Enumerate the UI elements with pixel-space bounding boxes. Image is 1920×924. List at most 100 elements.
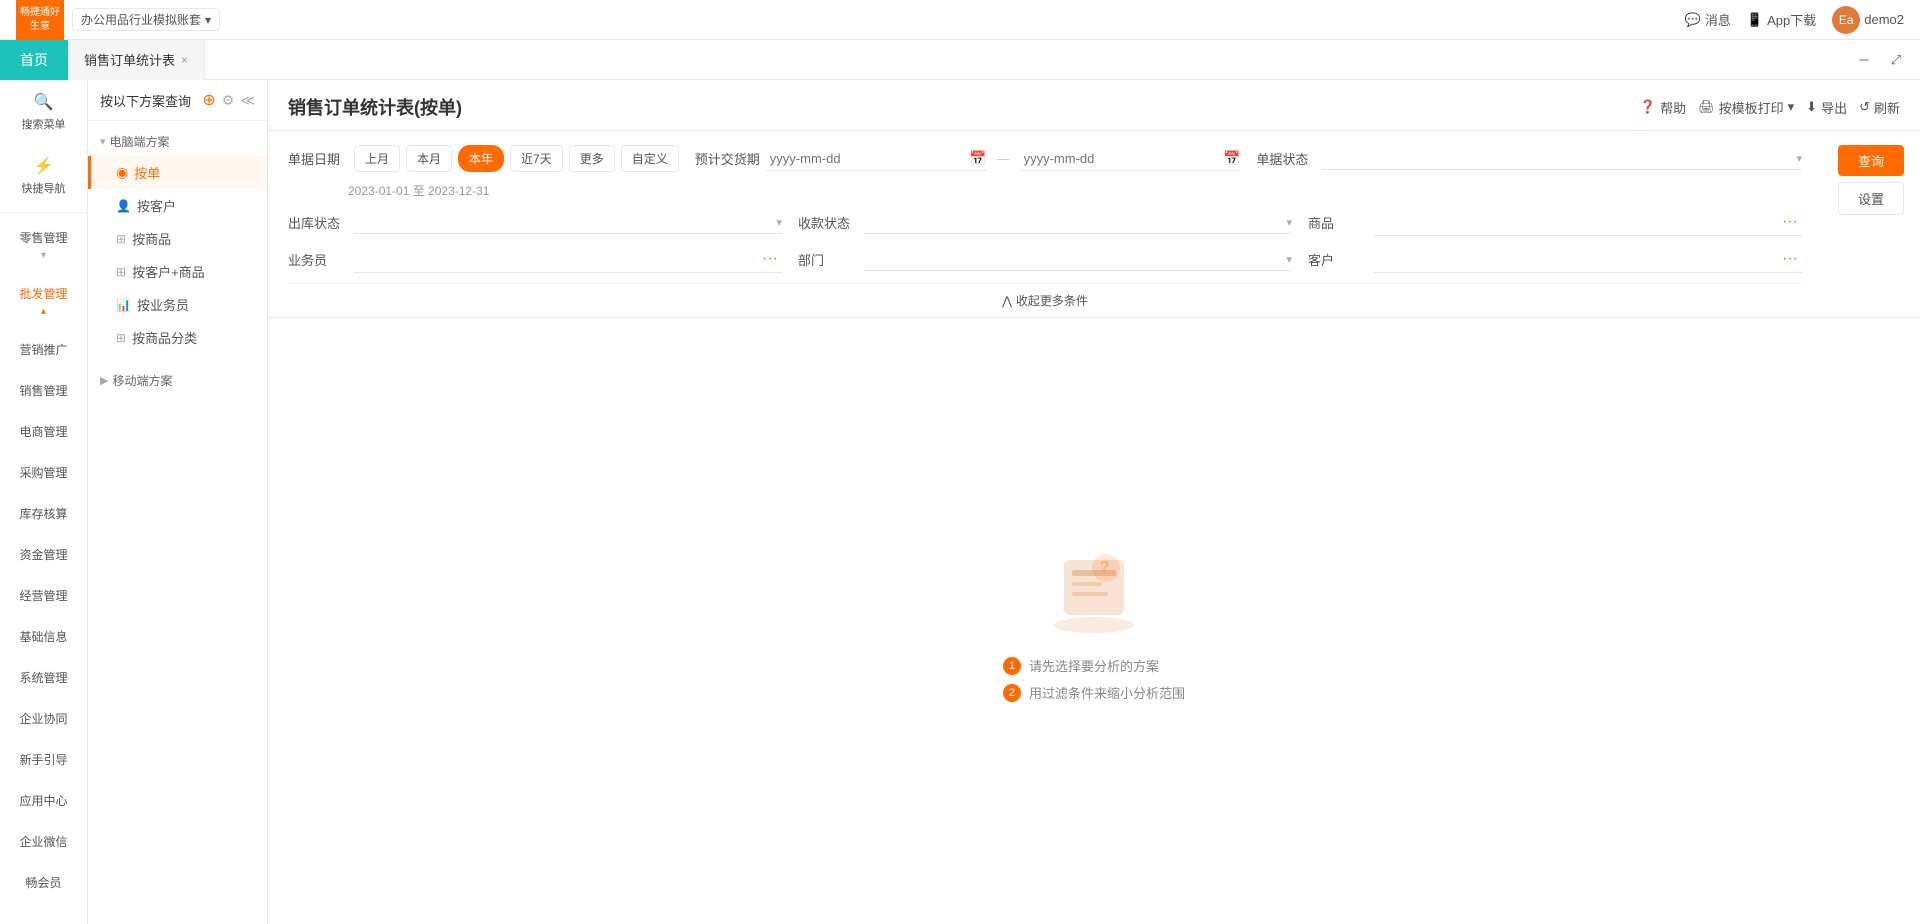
logo: 畅捷通好生意 [16, 0, 64, 40]
sidebar-item-label: 应用中心 [19, 792, 67, 809]
add-scheme-icon[interactable]: ⊕ [202, 90, 215, 110]
print-btn[interactable]: 🖨 按模板打印 ▾ [1698, 98, 1794, 117]
scheme-item-by-salesperson[interactable]: 📊 按业务员 [88, 288, 267, 321]
minimize-btn[interactable]: ─ [1852, 48, 1876, 72]
app-download-btn[interactable]: 📱 App下载 [1747, 10, 1816, 29]
left-panel-header: 按以下方案查询 ⊕ ⚙ ≪ [88, 80, 267, 121]
customer-input[interactable] [1374, 252, 1778, 267]
date-btn-more[interactable]: 更多 [569, 145, 615, 172]
expected-date-group: 预计交货期 📅 — 📅 [695, 147, 1241, 171]
collapse-btn[interactable]: ⋀ 收起更多条件 [288, 283, 1802, 317]
scheme-item-by-goods-category[interactable]: ⊞ 按商品分类 [88, 321, 267, 354]
date-btn-7days[interactable]: 近7天 [510, 145, 563, 172]
salesperson-input[interactable] [354, 252, 758, 267]
radio-icon: ◉ [116, 164, 128, 181]
refresh-btn[interactable]: ↺ 刷新 [1859, 98, 1900, 117]
tabbar: 首页 销售订单统计表 × ─ ⤢ [0, 40, 1920, 80]
tab-close-icon[interactable]: × [181, 53, 188, 67]
dept-select[interactable]: ▾ [864, 249, 1292, 271]
sidebar-item-wholesale[interactable]: 批发管理 ▴ [0, 273, 87, 329]
expected-date-end-input[interactable] [1020, 147, 1223, 170]
help-btn[interactable]: ❓ 帮助 [1640, 98, 1686, 117]
chevron-down-icon: ▾ [41, 250, 46, 261]
customer-picker-icon[interactable]: ··· [1778, 250, 1802, 268]
date-btn-custom[interactable]: 自定义 [621, 145, 679, 172]
date-btn-last-month[interactable]: 上月 [354, 145, 400, 172]
scheme-group-header-mobile[interactable]: ▶ 移动端方案 [88, 366, 267, 395]
sidebar-item-enterprise[interactable]: 企业协同 [0, 698, 87, 739]
scheme-item-by-order[interactable]: ◉ 按单 [88, 156, 267, 189]
sidebar-item-ecommerce[interactable]: 电商管理 [0, 411, 87, 452]
sidebar-item-retail[interactable]: 零售管理 ▾ [0, 217, 87, 273]
sidebar-item-quicknav[interactable]: ⚡ 快捷导航 [0, 144, 87, 208]
receiptstatus-group: 收款状态 ▾ [798, 212, 1292, 234]
left-panel: 按以下方案查询 ⊕ ⚙ ≪ ▾ 电脑端方案 ◉ 按单 👤 按客户 ⊞ 按商品 [88, 80, 268, 924]
sidebar-item-search[interactable]: 🔍 搜索菜单 [0, 80, 87, 144]
chevron-up-icon: ⋀ [1002, 294, 1012, 308]
main-layout: 🔍 搜索菜单 ⚡ 快捷导航 零售管理 ▾ 批发管理 ▴ 营销推广 销售管理 电商… [0, 80, 1920, 924]
sidebar-item-basicinfo[interactable]: 基础信息 [0, 616, 87, 657]
customer-group: 客户 ··· [1308, 246, 1802, 273]
collapse-panel-icon[interactable]: ≪ [240, 92, 255, 109]
settings-scheme-icon[interactable]: ⚙ [222, 92, 235, 109]
sidebar-item-inventory[interactable]: 库存核算 [0, 493, 87, 534]
date-range-display: 2023-01-01 至 2023-12-31 [288, 182, 1802, 199]
settings-button[interactable]: 设置 [1838, 182, 1904, 215]
date-label: 单据日期 [288, 149, 348, 168]
goods-input[interactable] [1374, 215, 1778, 230]
empty-tip-2: 2 用过滤条件来缩小分析范围 [1003, 683, 1185, 702]
message-icon: 💬 [1685, 12, 1701, 28]
goods-picker-icon[interactable]: ··· [1778, 213, 1802, 231]
calendar-end-icon[interactable]: 📅 [1223, 150, 1240, 167]
sidebar-item-wechat[interactable]: 企业微信 [0, 821, 87, 862]
user-menu[interactable]: Ea demo2 [1832, 6, 1904, 34]
maximize-btn[interactable]: ⤢ [1884, 48, 1908, 72]
sidebar-item-sales[interactable]: 销售管理 [0, 370, 87, 411]
avatar: Ea [1832, 6, 1860, 34]
sidebar-item-system[interactable]: 系统管理 [0, 657, 87, 698]
query-button[interactable]: 查询 [1838, 145, 1904, 176]
outstatus-group: 出库状态 ▾ [288, 212, 782, 234]
sidebar-item-purchase[interactable]: 采购管理 [0, 452, 87, 493]
chevron-down-icon: ▾ [205, 13, 211, 27]
sidebar-item-guide[interactable]: 新手引导 [0, 739, 87, 780]
scheme-item-label: 按业务员 [137, 295, 189, 314]
app-selector[interactable]: 办公用品行业模拟账套 ▾ [72, 8, 220, 31]
message-btn[interactable]: 💬 消息 [1685, 10, 1731, 29]
outstatus-select[interactable]: ▾ [354, 212, 782, 234]
export-btn[interactable]: ⬇ 导出 [1806, 98, 1847, 117]
salesperson-input-group: ··· [354, 246, 782, 273]
sidebar-item-apps[interactable]: 应用中心 [0, 780, 87, 821]
scheme-item-label: 按客户+商品 [132, 262, 205, 281]
calendar-start-icon[interactable]: 📅 [969, 150, 986, 167]
scheme-group-header-pc[interactable]: ▾ 电脑端方案 [88, 127, 267, 156]
date-btn-this-year[interactable]: 本年 [458, 145, 504, 172]
search-icon: 🔍 [34, 92, 54, 112]
scheme-item-by-goods[interactable]: ⊞ 按商品 [88, 222, 267, 255]
chevron-down-icon: ▾ [1796, 152, 1802, 165]
scheme-item-by-customer-goods[interactable]: ⊞ 按客户+商品 [88, 255, 267, 288]
sidebar-item-member[interactable]: 畅会员 [0, 862, 87, 903]
sidebar-item-operations[interactable]: 经营管理 [0, 575, 87, 616]
filter-query-section: 单据日期 上月 本月 本年 近7天 更多 自定义 预计交货期 📅 [268, 131, 1920, 318]
scheme-item-by-customer[interactable]: 👤 按客户 [88, 189, 267, 222]
expected-date-end-group: 📅 [1020, 147, 1241, 171]
sidebar-item-label: 经营管理 [19, 587, 67, 604]
tab-sales-order-stats[interactable]: 销售订单统计表 × [68, 40, 205, 80]
status-label: 单据状态 [1256, 149, 1316, 168]
date-filter-group: 单据日期 上月 本月 本年 近7天 更多 自定义 [288, 145, 679, 172]
dept-label: 部门 [798, 250, 858, 269]
status-group: 单据状态 ▾ [1256, 148, 1802, 170]
sidebar-item-finance[interactable]: 资金管理 [0, 534, 87, 575]
receiptstatus-select[interactable]: ▾ [864, 212, 1292, 234]
status-select[interactable]: ▾ [1322, 148, 1802, 170]
expected-date-start-input[interactable] [766, 147, 969, 170]
bar-chart-icon: 📊 [116, 298, 131, 312]
dept-group: 部门 ▾ [798, 249, 1292, 271]
sidebar-item-marketing[interactable]: 营销推广 [0, 329, 87, 370]
tab-home[interactable]: 首页 [0, 40, 68, 80]
date-btn-this-month[interactable]: 本月 [406, 145, 452, 172]
salesperson-picker-icon[interactable]: ··· [758, 250, 782, 268]
sidebar-item-label: 系统管理 [19, 669, 67, 686]
chevron-down-icon: ▾ [1788, 99, 1795, 115]
